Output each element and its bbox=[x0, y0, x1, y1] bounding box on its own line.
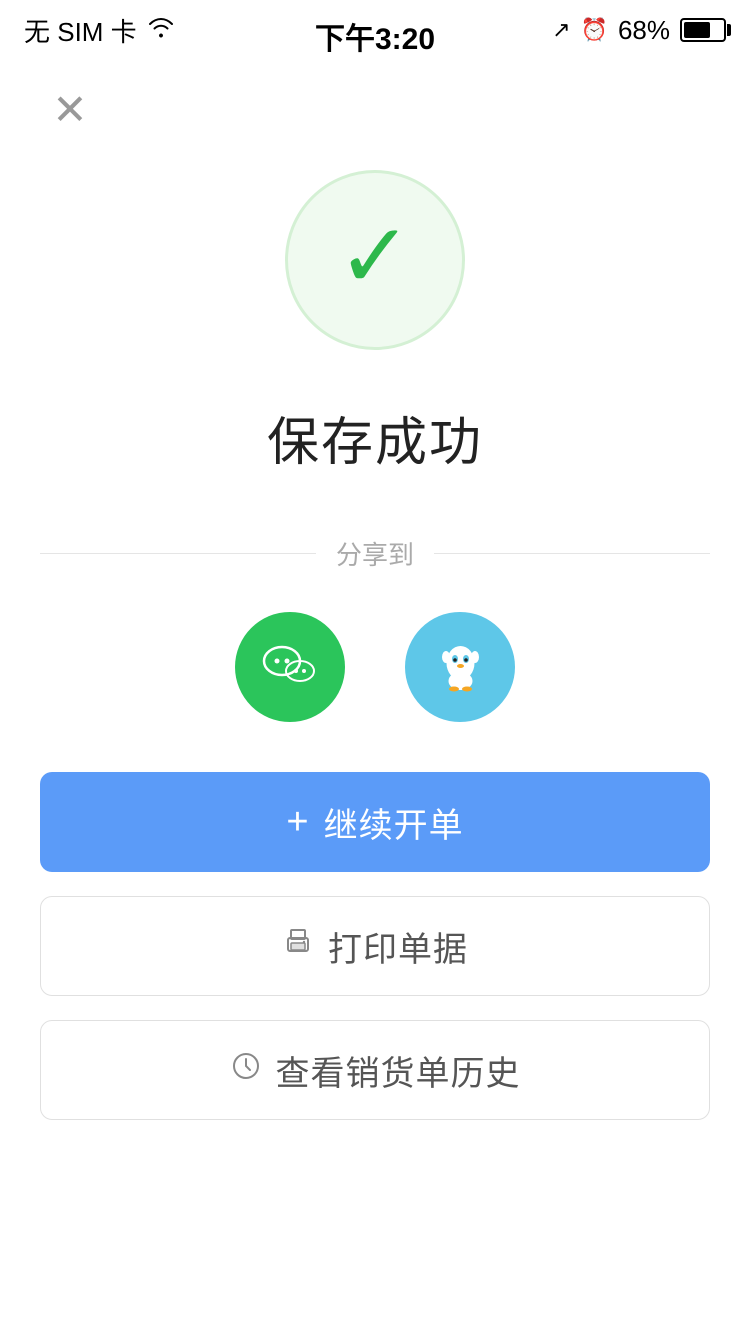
status-time: 下午3:20 bbox=[315, 14, 435, 58]
continue-button[interactable]: + 继续开单 bbox=[40, 772, 710, 872]
sim-icon bbox=[147, 15, 175, 46]
close-icon: ✕ bbox=[52, 89, 87, 131]
history-label: 查看销货单历史 bbox=[276, 1046, 521, 1095]
share-divider: 分享到 bbox=[40, 535, 710, 572]
success-title: 保存成功 bbox=[267, 400, 483, 475]
action-buttons: + 继续开单 打印单据 查看销货单历史 bbox=[40, 772, 710, 1120]
share-label: 分享到 bbox=[336, 535, 414, 572]
close-button[interactable]: ✕ bbox=[40, 80, 100, 140]
print-icon bbox=[282, 926, 314, 966]
carrier-label: 无 SIM 卡 bbox=[24, 12, 137, 49]
print-button[interactable]: 打印单据 bbox=[40, 896, 710, 996]
checkmark-icon: ✓ bbox=[337, 212, 412, 302]
battery-icon bbox=[680, 18, 726, 42]
divider-right bbox=[434, 553, 710, 554]
alarm-icon: ⏰ bbox=[581, 17, 608, 43]
history-button[interactable]: 查看销货单历史 bbox=[40, 1020, 710, 1120]
status-right: ↗ ⏰ 68% bbox=[552, 15, 726, 46]
status-left: 无 SIM 卡 bbox=[24, 12, 175, 49]
location-icon: ↗ bbox=[552, 17, 570, 43]
status-bar: 无 SIM 卡 下午3:20 ↗ ⏰ 68% bbox=[0, 0, 750, 60]
wechat-share-button[interactable] bbox=[235, 612, 345, 722]
wechat-icon bbox=[258, 635, 323, 700]
share-section: 分享到 bbox=[40, 535, 710, 722]
success-icon-circle: ✓ bbox=[285, 170, 465, 350]
main-content: ✕ ✓ 保存成功 分享到 bbox=[0, 60, 750, 1160]
qq-share-button[interactable] bbox=[405, 612, 515, 722]
battery-label: 68% bbox=[618, 15, 670, 46]
divider-left bbox=[40, 553, 316, 554]
qq-icon bbox=[428, 635, 493, 700]
continue-label: 继续开单 bbox=[324, 798, 464, 847]
share-icons-container bbox=[40, 612, 710, 722]
print-label: 打印单据 bbox=[328, 922, 468, 971]
continue-icon: + bbox=[286, 801, 309, 844]
history-icon bbox=[230, 1050, 262, 1091]
